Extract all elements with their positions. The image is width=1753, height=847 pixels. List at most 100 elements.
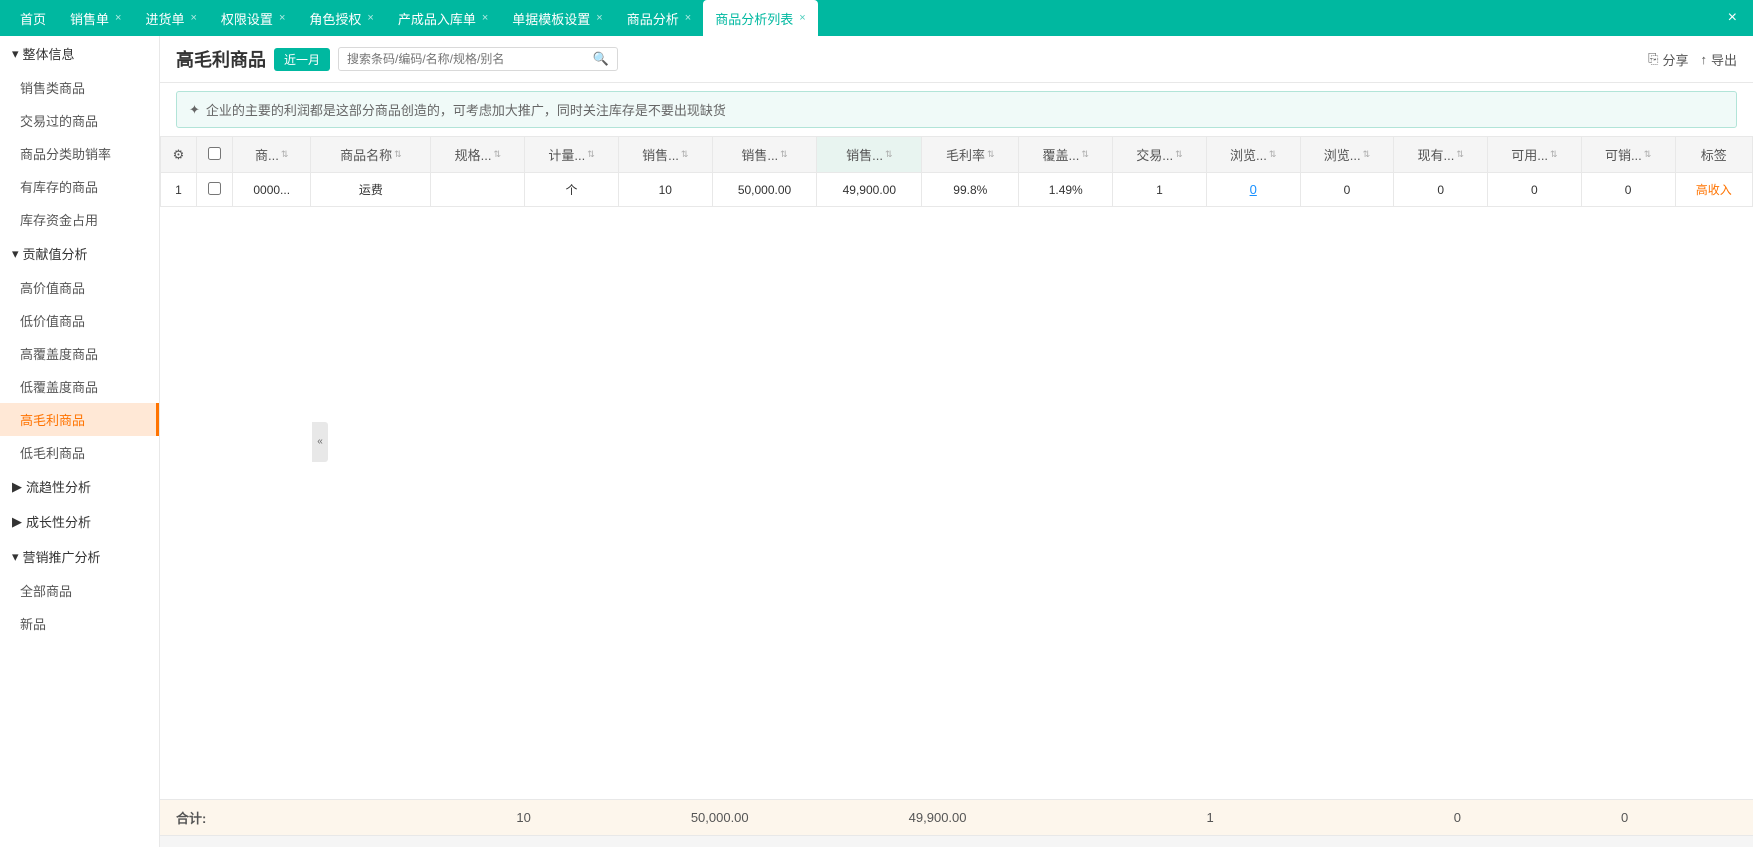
nav-permission[interactable]: 权限设置 × <box>209 0 297 36</box>
cell-spec <box>431 173 525 207</box>
nav-analysis-list[interactable]: 商品分析列表 × <box>703 0 817 36</box>
sidebar-item-category-rate[interactable]: 商品分类助销率 <box>0 137 159 170</box>
table-footer: 合计: 10 50,000.00 49,900.00 1 0 0 <box>160 799 1753 835</box>
horizontal-scrollbar[interactable] <box>160 835 1753 847</box>
sidebar-group-overall[interactable]: ▾ 整体信息 <box>0 36 159 71</box>
cell-checkbox[interactable] <box>197 173 233 207</box>
th-setting[interactable]: ⚙ <box>161 137 197 173</box>
sort-icon-available-stock: ⇅ <box>1550 149 1558 160</box>
th-transactions[interactable]: 交易...⇅ <box>1113 137 1207 173</box>
sidebar-item-new-goods[interactable]: 新品 <box>0 607 159 640</box>
sort-icon-salable-stock: ⇅ <box>1644 149 1652 160</box>
th-coverage[interactable]: 覆盖...⇅ <box>1019 137 1113 173</box>
search-input[interactable] <box>347 52 589 66</box>
close-template-tab[interactable]: × <box>596 12 602 24</box>
th-browse-count[interactable]: 浏览...⇅ <box>1206 137 1300 173</box>
nav-sales[interactable]: 销售单 × <box>58 0 133 36</box>
footer-values: 10 50,000.00 49,900.00 1 0 0 <box>516 810 1628 825</box>
content-header: 高毛利商品 近一月 🔍 ⎘ 分享 ↑ 导出 <box>160 36 1753 83</box>
close-role-tab[interactable]: × <box>367 12 373 24</box>
cell-browse-count[interactable]: 0 <box>1206 173 1300 207</box>
cell-transactions: 1 <box>1113 173 1207 207</box>
nav-home[interactable]: 首页 <box>8 0 58 36</box>
select-all-checkbox[interactable] <box>208 147 221 160</box>
footer-available-stock: 0 <box>1621 810 1628 825</box>
sort-icon-gross-rate: ⇅ <box>987 149 995 160</box>
sort-icon-unit: ⇅ <box>587 149 595 160</box>
sort-icon-coverage: ⇅ <box>1081 149 1089 160</box>
close-all-tabs[interactable]: × <box>1720 5 1745 31</box>
share-btn[interactable]: ⎘ 分享 <box>1648 50 1688 69</box>
sidebar-item-sales-goods[interactable]: 销售类商品 <box>0 71 159 104</box>
close-sales-tab[interactable]: × <box>115 12 121 24</box>
cell-unit: 个 <box>525 173 619 207</box>
sort-icon-code: ⇅ <box>281 149 289 160</box>
th-browse-rate[interactable]: 浏览...⇅ <box>1300 137 1394 173</box>
th-salable-stock[interactable]: 可销...⇅ <box>1581 137 1675 173</box>
footer-current-stock: 0 <box>1454 810 1461 825</box>
th-name[interactable]: 商品名称⇅ <box>311 137 431 173</box>
sort-icon-name: ⇅ <box>394 149 402 160</box>
cell-code: 0000... <box>233 173 311 207</box>
table-header-row: ⚙ 商...⇅ 商品名称⇅ 规 <box>161 137 1753 173</box>
sidebar-group-contribution[interactable]: ▾ 贡献值分析 <box>0 236 159 271</box>
sort-icon-transactions: ⇅ <box>1175 149 1183 160</box>
nav-role[interactable]: 角色授权 × <box>297 0 385 36</box>
search-icon[interactable]: 🔍 <box>593 51 609 67</box>
sidebar-item-high-margin[interactable]: 高毛利商品 <box>0 403 159 436</box>
export-btn[interactable]: ↑ 导出 <box>1700 50 1737 69</box>
th-checkbox[interactable] <box>197 137 233 173</box>
th-sales-amount[interactable]: 销售...⇅ <box>712 137 817 173</box>
sidebar-group-trend[interactable]: ▶ 流趋性分析 <box>0 469 159 504</box>
sidebar-group-marketing[interactable]: ▾ 营销推广分析 <box>0 539 159 574</box>
th-current-stock[interactable]: 现有...⇅ <box>1394 137 1488 173</box>
cell-name: 运费 <box>311 173 431 207</box>
cell-salable-stock: 0 <box>1581 173 1675 207</box>
th-available-stock[interactable]: 可用...⇅ <box>1488 137 1582 173</box>
filter-recent-month-btn[interactable]: 近一月 <box>274 48 330 71</box>
sort-icon-spec: ⇅ <box>493 149 501 160</box>
close-analysis-list-tab[interactable]: × <box>799 12 805 24</box>
collapse-sidebar-btn[interactable]: « <box>312 422 328 462</box>
close-permission-tab[interactable]: × <box>279 12 285 24</box>
th-unit[interactable]: 计量...⇅ <box>525 137 619 173</box>
sidebar-item-low-margin[interactable]: 低毛利商品 <box>0 436 159 469</box>
close-product-in-tab[interactable]: × <box>482 12 488 24</box>
sidebar-item-stocked-goods[interactable]: 有库存的商品 <box>0 170 159 203</box>
nav-template[interactable]: 单据模板设置 × <box>500 0 614 36</box>
sidebar-item-high-value[interactable]: 高价值商品 <box>0 271 159 304</box>
sidebar-item-low-coverage[interactable]: 低覆盖度商品 <box>0 370 159 403</box>
info-banner: ✦ 企业的主要的利润都是这部分商品创造的，可考虑加大推广，同时关注库存是不要出现… <box>176 91 1737 128</box>
sidebar: ▾ 整体信息 销售类商品 交易过的商品 商品分类助销率 有库存的商品 库存资金占… <box>0 36 160 847</box>
th-spec[interactable]: 规格...⇅ <box>431 137 525 173</box>
search-box: 🔍 <box>338 47 618 71</box>
th-sales-qty[interactable]: 销售...⇅ <box>618 137 712 173</box>
sidebar-item-all-goods[interactable]: 全部商品 <box>0 574 159 607</box>
cell-tag: 高收入 <box>1675 173 1753 207</box>
sidebar-item-traded-goods[interactable]: 交易过的商品 <box>0 104 159 137</box>
sidebar-group-growth[interactable]: ▶ 成长性分析 <box>0 504 159 539</box>
export-icon: ↑ <box>1700 52 1707 67</box>
cell-coverage: 1.49% <box>1019 173 1113 207</box>
nav-purchase[interactable]: 进货单 × <box>133 0 208 36</box>
row-checkbox[interactable] <box>208 182 221 195</box>
sort-icon-current-stock: ⇅ <box>1456 149 1464 160</box>
chevron-down-icon-3: ▾ <box>12 549 19 565</box>
sidebar-item-low-value[interactable]: 低价值商品 <box>0 304 159 337</box>
content-area: « 高毛利商品 近一月 🔍 ⎘ 分享 ↑ 导出 <box>160 36 1753 847</box>
th-gross-rate[interactable]: 毛利率⇅ <box>922 137 1019 173</box>
info-icon: ✦ <box>189 102 200 118</box>
close-analysis-tab[interactable]: × <box>685 12 691 24</box>
footer-sales-profit: 49,900.00 <box>909 810 967 825</box>
th-sales-profit[interactable]: 销售...⇅ <box>817 137 922 173</box>
nav-analysis[interactable]: 商品分析 × <box>615 0 703 36</box>
th-tag[interactable]: 标签 <box>1675 137 1753 173</box>
sort-icon-browse: ⇅ <box>1269 149 1277 160</box>
sidebar-item-high-coverage[interactable]: 高覆盖度商品 <box>0 337 159 370</box>
th-code[interactable]: 商...⇅ <box>233 137 311 173</box>
setting-icon[interactable]: ⚙ <box>173 147 185 162</box>
nav-product-in[interactable]: 产成品入库单 × <box>386 0 500 36</box>
cell-gross-rate: 99.8% <box>922 173 1019 207</box>
close-purchase-tab[interactable]: × <box>190 12 196 24</box>
sidebar-item-stock-capital[interactable]: 库存资金占用 <box>0 203 159 236</box>
